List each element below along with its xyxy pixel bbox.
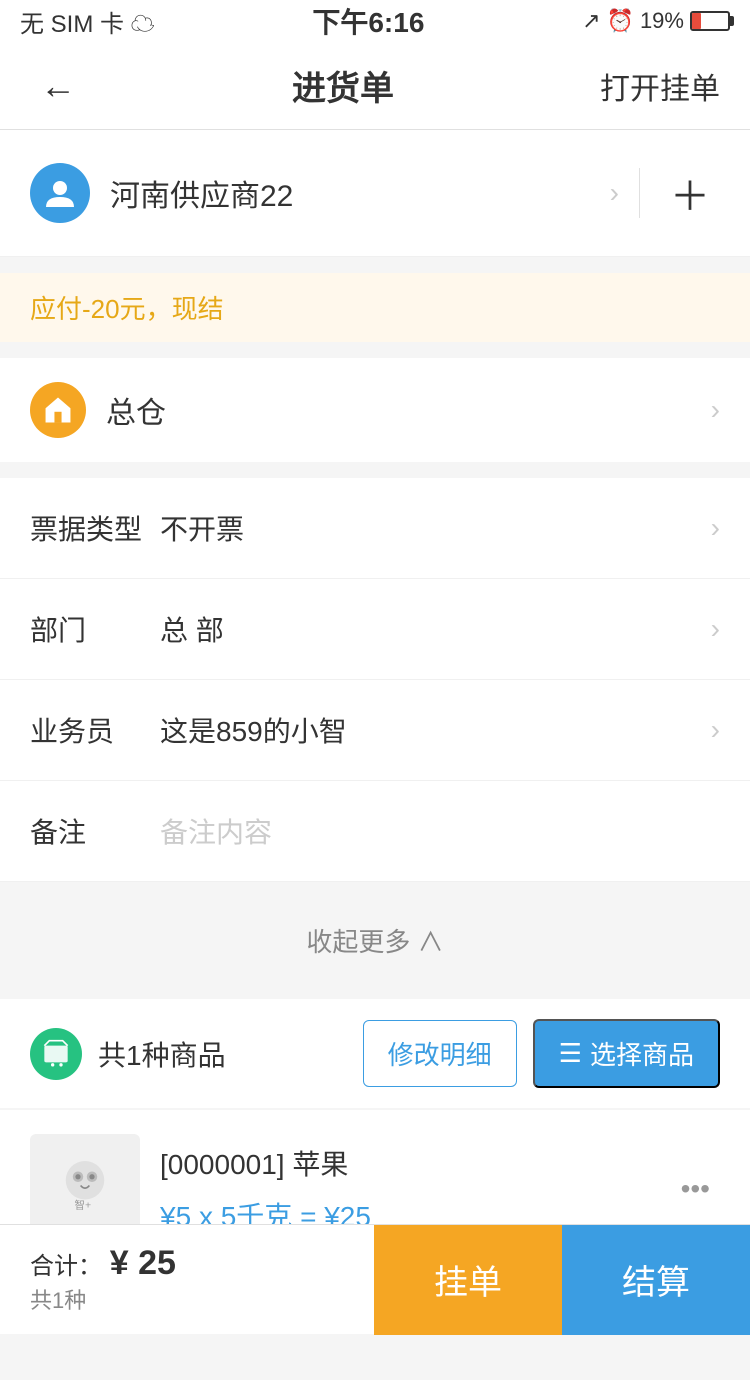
checkout-button[interactable]: 结算 bbox=[562, 1225, 750, 1335]
product-code: [0000001] bbox=[160, 1149, 285, 1180]
invoice-value: 不开票 bbox=[160, 508, 711, 548]
battery-percent: 19% bbox=[640, 8, 684, 34]
products-icon bbox=[30, 1028, 82, 1080]
total-row: 合计： ¥ 25 bbox=[30, 1244, 344, 1283]
warehouse-icon bbox=[30, 382, 86, 438]
alarm-icon: ⏰ bbox=[607, 8, 634, 34]
edit-detail-button[interactable]: 修改明细 bbox=[363, 1020, 517, 1087]
salesperson-label: 业务员 bbox=[30, 710, 160, 750]
chevron-right-icon: › bbox=[711, 512, 720, 544]
bottom-bar: 合计： ¥ 25 共1种 挂单 结算 bbox=[0, 1224, 750, 1334]
invoice-row[interactable]: 票据类型 不开票 › bbox=[0, 478, 750, 579]
select-label: 选择商品 bbox=[590, 1035, 694, 1072]
total-amount: ¥ 25 bbox=[110, 1244, 176, 1282]
warehouse-row[interactable]: 总仓 › bbox=[0, 358, 750, 462]
remark-input[interactable]: 备注内容 bbox=[160, 811, 720, 851]
nav-bar: ← 进货单 打开挂单 bbox=[0, 42, 750, 130]
status-left: 无 SIM 卡 ☁ bbox=[20, 4, 155, 39]
house-icon bbox=[42, 394, 74, 426]
supplier-section: 河南供应商22 › ＋ bbox=[0, 130, 750, 257]
chevron-right-icon: › bbox=[610, 177, 619, 209]
warehouse-name: 总仓 bbox=[106, 388, 711, 432]
back-button[interactable]: ← bbox=[30, 55, 86, 117]
salesperson-row[interactable]: 业务员 这是859的小智 › bbox=[0, 680, 750, 781]
add-supplier-button[interactable]: ＋ bbox=[660, 154, 720, 232]
location-icon: ↗ bbox=[582, 8, 600, 34]
collapse-row[interactable]: 收起更多 ∧ bbox=[0, 898, 750, 983]
dept-row[interactable]: 部门 总 部 › bbox=[0, 579, 750, 680]
select-icon: ☰ bbox=[559, 1038, 582, 1069]
product-owl-icon: 智+ bbox=[50, 1154, 120, 1224]
supplier-avatar bbox=[30, 163, 90, 223]
svg-text:智+: 智+ bbox=[75, 1198, 92, 1211]
person-icon bbox=[42, 175, 78, 211]
cart-icon bbox=[41, 1039, 71, 1069]
divider bbox=[639, 168, 640, 218]
total-label: 合计： bbox=[30, 1253, 102, 1280]
product-name: [0000001] 苹果 bbox=[160, 1143, 671, 1183]
battery-icon bbox=[690, 11, 730, 31]
supplier-name: 河南供应商22 bbox=[110, 171, 610, 215]
supplier-row[interactable]: 河南供应商22 › ＋ bbox=[0, 130, 750, 257]
status-bar: 无 SIM 卡 ☁ 下午6:16 ↗ ⏰ 19% bbox=[0, 0, 750, 42]
product-title: 苹果 bbox=[292, 1149, 348, 1180]
total-count: 共1种 bbox=[30, 1283, 344, 1315]
products-count: 共1种商品 bbox=[98, 1034, 363, 1074]
remark-row[interactable]: 备注 备注内容 bbox=[0, 781, 750, 882]
suspend-button[interactable]: 挂单 bbox=[374, 1225, 562, 1335]
dept-label: 部门 bbox=[30, 609, 160, 649]
salesperson-value: 这是859的小智 bbox=[160, 710, 711, 750]
select-product-button[interactable]: ☰ 选择商品 bbox=[533, 1019, 720, 1088]
chevron-right-icon: › bbox=[711, 613, 720, 645]
dept-value: 总 部 bbox=[160, 609, 711, 649]
chevron-right-icon: › bbox=[711, 714, 720, 746]
status-right: ↗ ⏰ 19% bbox=[582, 8, 730, 34]
products-header: 共1种商品 修改明细 ☰ 选择商品 bbox=[0, 999, 750, 1108]
notice-banner: 应付-20元，现结 bbox=[0, 273, 750, 342]
open-suspend-button[interactable]: 打开挂单 bbox=[600, 64, 720, 108]
invoice-label: 票据类型 bbox=[30, 508, 160, 548]
chevron-right-icon: › bbox=[711, 394, 720, 426]
product-info: [0000001] 苹果 ¥5 x 5千克 = ¥25 bbox=[160, 1143, 671, 1235]
page-title: 进货单 bbox=[292, 61, 394, 110]
more-options-button[interactable]: ••• bbox=[671, 1163, 720, 1215]
status-time: 下午6:16 bbox=[312, 1, 424, 41]
sim-status: 无 SIM 卡 ☁ bbox=[20, 4, 155, 39]
form-section: 票据类型 不开票 › 部门 总 部 › 业务员 这是859的小智 › 备注 备注… bbox=[0, 478, 750, 882]
remark-label: 备注 bbox=[30, 811, 160, 851]
total-section: 合计： ¥ 25 共1种 bbox=[0, 1244, 374, 1315]
